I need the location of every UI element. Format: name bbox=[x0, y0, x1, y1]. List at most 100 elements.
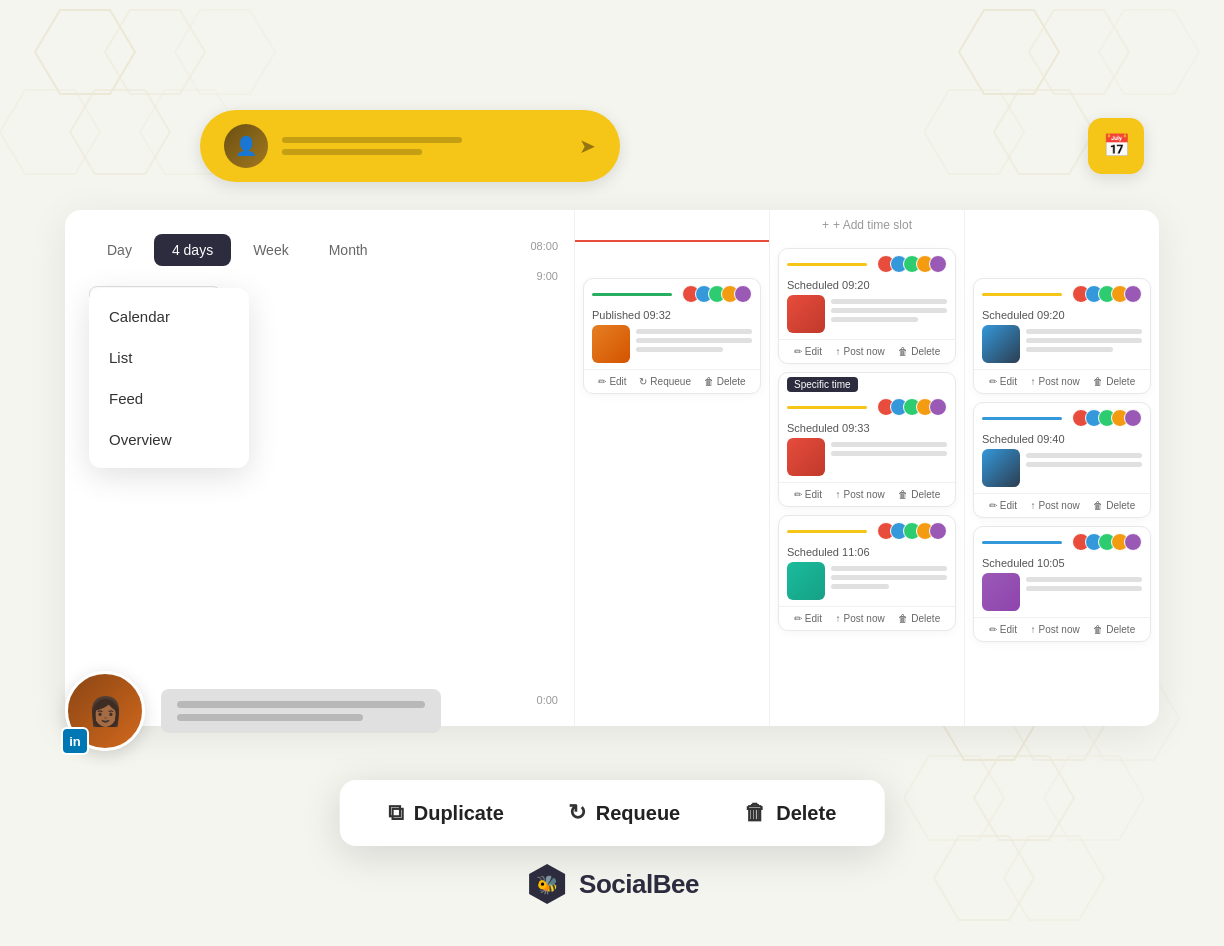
post-card-header bbox=[584, 279, 760, 309]
requeue-action[interactable]: ↻ Requeue bbox=[568, 800, 680, 826]
text-line-1 bbox=[636, 329, 752, 334]
duplicate-label: Duplicate bbox=[414, 802, 504, 825]
post-lines-3c bbox=[1026, 573, 1142, 591]
top-bar: 👤 ➤ 📅 bbox=[200, 110, 1144, 182]
duplicate-action[interactable]: ⧉ Duplicate bbox=[388, 800, 504, 826]
post-img-row-2b bbox=[779, 438, 955, 482]
post-card-3a: Scheduled 09:20 ✏ Edit ↑ Post now 🗑 Dele… bbox=[973, 278, 1151, 394]
svg-text:🐝: 🐝 bbox=[536, 874, 559, 896]
post-now-button-3c[interactable]: ↑ Post now bbox=[1031, 624, 1080, 635]
post-timestamp-1: Published 09:32 bbox=[584, 309, 760, 325]
post-actions-2c: ✏ Edit ↑ Post now 🗑 Delete bbox=[779, 606, 955, 630]
social-text-preview bbox=[161, 689, 441, 733]
post-now-button-3b[interactable]: ↑ Post now bbox=[1031, 500, 1080, 511]
dropdown-item-overview[interactable]: Overview bbox=[89, 419, 249, 460]
avatar-group-3b bbox=[1072, 409, 1142, 427]
social-text-line-2 bbox=[177, 714, 363, 721]
svg-marker-17 bbox=[934, 836, 1034, 920]
svg-marker-16 bbox=[1044, 756, 1144, 840]
text-line-3 bbox=[636, 347, 723, 352]
delete-action[interactable]: 🗑 Delete bbox=[744, 800, 836, 826]
post-actions-2b: ✏ Edit ↑ Post now 🗑 Delete bbox=[779, 482, 955, 506]
search-bar[interactable]: 👤 ➤ bbox=[200, 110, 620, 182]
calendar-button[interactable]: 📅 bbox=[1088, 118, 1144, 174]
status-bar-2a bbox=[787, 263, 867, 266]
post-card-2a: Scheduled 09:20 ✏ Edit ↑ Post now 🗑 Dele… bbox=[778, 248, 956, 364]
edit-button-2b[interactable]: ✏ Edit bbox=[794, 489, 822, 500]
tab-month[interactable]: Month bbox=[311, 234, 386, 266]
delete-button-3b[interactable]: 🗑 Delete bbox=[1093, 500, 1135, 511]
status-bar-3b bbox=[982, 417, 1062, 420]
avatar: 👤 bbox=[224, 124, 268, 168]
svg-marker-6 bbox=[959, 10, 1059, 94]
post-header-2b bbox=[779, 392, 955, 422]
post-header-3a bbox=[974, 279, 1150, 309]
search-lines bbox=[282, 137, 565, 155]
delete-button-2b[interactable]: 🗑 Delete bbox=[898, 489, 940, 500]
svg-marker-4 bbox=[70, 90, 170, 174]
avatar-group-3a bbox=[1072, 285, 1142, 303]
svg-marker-2 bbox=[175, 10, 275, 94]
status-bar-3c bbox=[982, 541, 1062, 544]
schedule-col-2: + + Add time slot bbox=[770, 210, 965, 726]
add-time-slot[interactable]: + + Add time slot bbox=[822, 218, 912, 232]
status-bar-2c bbox=[787, 530, 867, 533]
delete-button-3a[interactable]: 🗑 Delete bbox=[1093, 376, 1135, 387]
post-actions-3b: ✏ Edit ↑ Post now 🗑 Delete bbox=[974, 493, 1150, 517]
post-thumbnail-3c bbox=[982, 573, 1020, 611]
edit-button-3b[interactable]: ✏ Edit bbox=[989, 500, 1017, 511]
status-bar-3a bbox=[982, 293, 1062, 296]
search-line-1 bbox=[282, 137, 462, 143]
svg-marker-0 bbox=[35, 10, 135, 94]
right-panels: Published 09:32 ✏ Edit ↻ Requeue 🗑 Delet… bbox=[575, 210, 1159, 726]
svg-marker-1 bbox=[105, 10, 205, 94]
main-card: Day 4 days Week Month Calendar view ▾ Ca… bbox=[65, 210, 1159, 726]
status-bar-2b bbox=[787, 406, 867, 409]
post-img-row-3c bbox=[974, 573, 1150, 617]
specific-time-badge: Specific time bbox=[787, 377, 858, 392]
tab-day[interactable]: Day bbox=[89, 234, 150, 266]
search-line-2 bbox=[282, 149, 422, 155]
post-card-1: Published 09:32 ✏ Edit ↻ Requeue 🗑 Delet… bbox=[583, 278, 761, 394]
post-now-button-3a[interactable]: ↑ Post now bbox=[1031, 376, 1080, 387]
edit-button-2c[interactable]: ✏ Edit bbox=[794, 613, 822, 624]
post-thumbnail bbox=[592, 325, 630, 363]
post-img-row-3a bbox=[974, 325, 1150, 369]
post-img-row-3b bbox=[974, 449, 1150, 493]
post-now-button-2a[interactable]: ↑ Post now bbox=[836, 346, 885, 357]
left-panel: Day 4 days Week Month Calendar view ▾ Ca… bbox=[65, 210, 575, 726]
post-thumbnail-3b bbox=[982, 449, 1020, 487]
post-timestamp-2c: Scheduled 11:06 bbox=[779, 546, 955, 562]
post-now-button-2c[interactable]: ↑ Post now bbox=[836, 613, 885, 624]
social-avatar-container: 👩🏾 in bbox=[65, 671, 145, 751]
edit-button-1[interactable]: ✏ Edit bbox=[598, 376, 626, 387]
calendar-icon: 📅 bbox=[1103, 133, 1130, 159]
edit-button-3a[interactable]: ✏ Edit bbox=[989, 376, 1017, 387]
time-marker-0: 0:00 bbox=[537, 694, 558, 706]
tab-4days[interactable]: 4 days bbox=[154, 234, 231, 266]
social-text-line-1 bbox=[177, 701, 425, 708]
bottom-action-bar: ⧉ Duplicate ↻ Requeue 🗑 Delete bbox=[340, 780, 885, 846]
logo-icon-container: 🐝 bbox=[525, 862, 569, 906]
delete-button-3c[interactable]: 🗑 Delete bbox=[1093, 624, 1135, 635]
svg-marker-8 bbox=[1099, 10, 1199, 94]
dropdown-item-calendar[interactable]: Calendar bbox=[89, 296, 249, 337]
send-icon[interactable]: ➤ bbox=[579, 134, 596, 158]
post-now-button-2b[interactable]: ↑ Post now bbox=[836, 489, 885, 500]
edit-button-2a[interactable]: ✏ Edit bbox=[794, 346, 822, 357]
dropdown-item-list[interactable]: List bbox=[89, 337, 249, 378]
time-marker-8: 08:00 bbox=[530, 240, 558, 252]
delete-button-1[interactable]: 🗑 Delete bbox=[704, 376, 746, 387]
post-img-row-2c bbox=[779, 562, 955, 606]
svg-marker-15 bbox=[974, 756, 1074, 840]
delete-button-2c[interactable]: 🗑 Delete bbox=[898, 613, 940, 624]
delete-button-2a[interactable]: 🗑 Delete bbox=[898, 346, 940, 357]
svg-marker-7 bbox=[1029, 10, 1129, 94]
dropdown-item-feed[interactable]: Feed bbox=[89, 378, 249, 419]
edit-button-3c[interactable]: ✏ Edit bbox=[989, 624, 1017, 635]
requeue-button-1[interactable]: ↻ Requeue bbox=[639, 376, 691, 387]
tab-week[interactable]: Week bbox=[235, 234, 307, 266]
post-card-3b: Scheduled 09:40 ✏ Edit ↑ Post now 🗑 Dele… bbox=[973, 402, 1151, 518]
page: 👤 ➤ 📅 Day 4 days Week Month Calend bbox=[0, 0, 1224, 946]
view-tabs: Day 4 days Week Month bbox=[89, 234, 550, 266]
